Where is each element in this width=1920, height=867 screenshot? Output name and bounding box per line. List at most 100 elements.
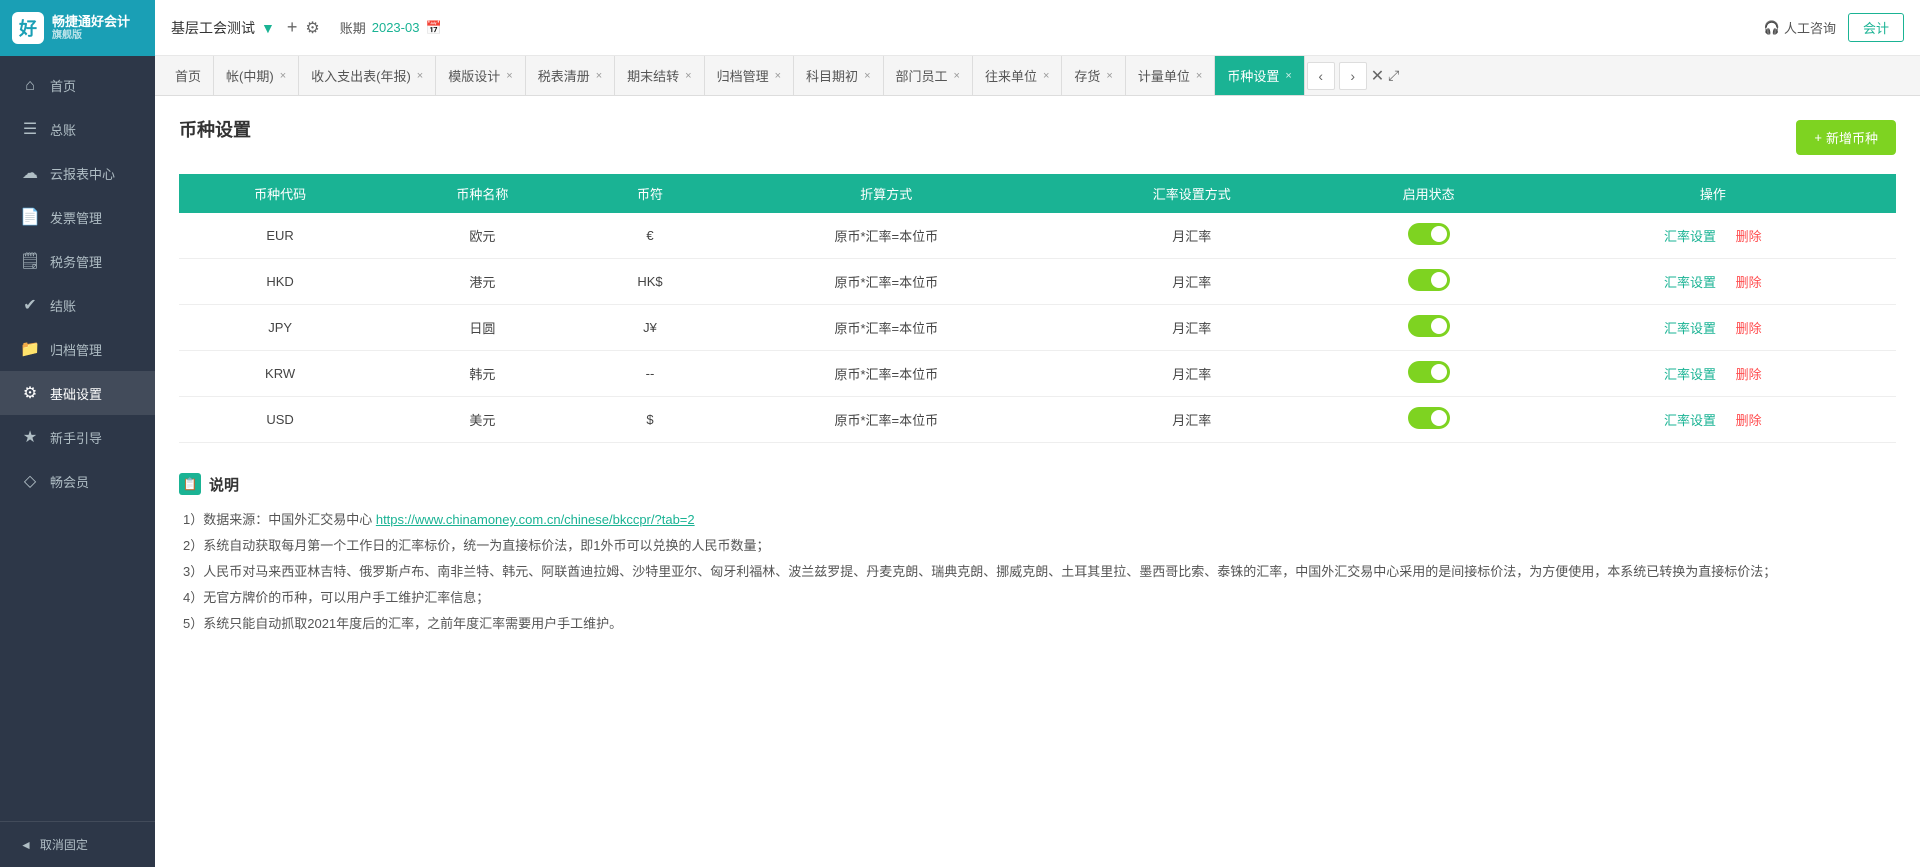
tab-subject-label: 科目期初 bbox=[806, 66, 858, 85]
tab-partner-close[interactable]: × bbox=[1043, 70, 1049, 82]
sidebar-item-label: 税务管理 bbox=[50, 252, 102, 271]
notes-title-text: 说明 bbox=[209, 474, 239, 495]
tab-partner[interactable]: 往来单位 × bbox=[973, 56, 1062, 96]
tab-income-close[interactable]: × bbox=[417, 70, 423, 82]
tab-inventory-close[interactable]: × bbox=[1106, 70, 1112, 82]
table-row: USD 美元 $ 原币*汇率=本位币 月汇率 汇率设置 删除 bbox=[179, 397, 1896, 443]
rate-setting-link-EUR[interactable]: 汇率设置 bbox=[1664, 229, 1716, 244]
tab-department[interactable]: 部门员工 × bbox=[884, 56, 973, 96]
tab-period[interactable]: 帐(中期) × bbox=[214, 56, 299, 96]
cell-name: 港元 bbox=[381, 259, 583, 305]
cell-symbol: HK$ bbox=[583, 259, 716, 305]
close-all-tabs-icon[interactable]: ✕ bbox=[1371, 66, 1384, 86]
sidebar-item-guide[interactable]: ★ 新手引导 bbox=[0, 415, 155, 459]
tab-next-btn[interactable]: › bbox=[1339, 62, 1367, 90]
rate-setting-link-KRW[interactable]: 汇率设置 bbox=[1664, 367, 1716, 382]
topbar-right: 🎧 人工咨询 会计 bbox=[1764, 13, 1904, 42]
ledger-icon: ☰ bbox=[20, 119, 40, 139]
cell-actions: 汇率设置 删除 bbox=[1530, 213, 1896, 259]
settings-gear-icon[interactable]: ⚙ bbox=[305, 18, 319, 38]
cell-actions: 汇率设置 删除 bbox=[1530, 397, 1896, 443]
tab-department-close[interactable]: × bbox=[954, 70, 960, 82]
expand-icon[interactable]: ⤢ bbox=[1388, 67, 1399, 84]
sidebar-item-member[interactable]: ◇ 畅会员 bbox=[0, 459, 155, 503]
toggle-JPY[interactable] bbox=[1408, 315, 1450, 337]
user-role-button[interactable]: 会计 bbox=[1848, 13, 1904, 42]
service-label: 人工咨询 bbox=[1784, 18, 1836, 37]
tab-subject[interactable]: 科目期初 × bbox=[794, 56, 883, 96]
invoice-icon: 📄 bbox=[20, 207, 40, 227]
cell-status bbox=[1327, 397, 1529, 443]
sidebar-item-tax[interactable]: 🗒 税务管理 bbox=[0, 239, 155, 283]
rate-setting-link-JPY[interactable]: 汇率设置 bbox=[1664, 321, 1716, 336]
sidebar-item-invoice[interactable]: 📄 发票管理 bbox=[0, 195, 155, 239]
cell-rate: 月汇率 bbox=[1056, 351, 1327, 397]
toggle-EUR[interactable] bbox=[1408, 223, 1450, 245]
sidebar-item-report[interactable]: ☁ 云报表中心 bbox=[0, 151, 155, 195]
tab-subject-close[interactable]: × bbox=[864, 70, 870, 82]
main-area: 基层工会测试 ▼ + ⚙ 账期 2023-03 📅 🎧 人工咨询 会计 首页 帐… bbox=[155, 0, 1920, 867]
tab-template-close[interactable]: × bbox=[506, 70, 512, 82]
rate-setting-link-USD[interactable]: 汇率设置 bbox=[1664, 413, 1716, 428]
logo-text: 畅捷通好会计 旗舰版 bbox=[52, 14, 130, 42]
tab-period-end[interactable]: 期末结转 × bbox=[615, 56, 704, 96]
tab-tax[interactable]: 税表清册 × bbox=[526, 56, 615, 96]
tab-currency[interactable]: 币种设置 × bbox=[1215, 56, 1304, 96]
add-tab-icon[interactable]: + bbox=[287, 17, 298, 38]
notes-item: 2）系统自动获取每月第一个工作日的汇率标价，统一为直接标价法，即1外币可以兑换的… bbox=[179, 533, 1896, 559]
tab-archive[interactable]: 归档管理 × bbox=[705, 56, 794, 96]
toggle-USD[interactable] bbox=[1408, 407, 1450, 429]
period-display: 账期 2023-03 📅 bbox=[340, 18, 442, 37]
sidebar-item-ledger[interactable]: ☰ 总账 bbox=[0, 107, 155, 151]
notes-item: 3）人民币对马来西亚林吉特、俄罗斯卢布、南非兰特、韩元、阿联酋迪拉姆、沙特里亚尔… bbox=[179, 559, 1896, 585]
sidebar-item-checkout[interactable]: ✔ 结账 bbox=[0, 283, 155, 327]
sidebar-item-label: 新手引导 bbox=[50, 428, 102, 447]
settings-icon: ⚙ bbox=[20, 383, 40, 403]
sidebar-item-home[interactable]: ⌂ 首页 bbox=[0, 64, 155, 107]
tab-inventory[interactable]: 存货 × bbox=[1062, 56, 1125, 96]
cell-actions: 汇率设置 删除 bbox=[1530, 259, 1896, 305]
toggle-HKD[interactable] bbox=[1408, 269, 1450, 291]
tab-currency-close[interactable]: × bbox=[1285, 70, 1291, 82]
delete-link-HKD[interactable]: 删除 bbox=[1736, 275, 1762, 290]
currency-table: 币种代码 币种名称 币符 折算方式 汇率设置方式 启用状态 操作 EUR 欧元 … bbox=[179, 174, 1896, 443]
cell-rate: 月汇率 bbox=[1056, 305, 1327, 351]
tab-department-label: 部门员工 bbox=[896, 66, 948, 85]
cell-code: HKD bbox=[179, 259, 381, 305]
sidebar-item-settings[interactable]: ⚙ 基础设置 bbox=[0, 371, 155, 415]
tab-home[interactable]: 首页 bbox=[163, 56, 214, 96]
chinamoney-link[interactable]: https://www.chinamoney.com.cn/chinese/bk… bbox=[376, 512, 695, 527]
sidebar-footer[interactable]: ◄ 取消固定 bbox=[0, 821, 155, 867]
tab-tax-close[interactable]: × bbox=[596, 70, 602, 82]
tab-period-close[interactable]: × bbox=[280, 70, 286, 82]
sidebar-item-label: 发票管理 bbox=[50, 208, 102, 227]
period-value: 2023-03 bbox=[372, 20, 420, 35]
delete-link-KRW[interactable]: 删除 bbox=[1736, 367, 1762, 382]
tab-template[interactable]: 模版设计 × bbox=[436, 56, 525, 96]
toggle-KRW[interactable] bbox=[1408, 361, 1450, 383]
company-selector[interactable]: 基层工会测试 ▼ bbox=[171, 18, 275, 38]
rate-setting-link-HKD[interactable]: 汇率设置 bbox=[1664, 275, 1716, 290]
service-button[interactable]: 🎧 人工咨询 bbox=[1764, 18, 1836, 37]
tab-unit[interactable]: 计量单位 × bbox=[1126, 56, 1215, 96]
sidebar-item-label: 总账 bbox=[50, 120, 76, 139]
tab-archive-label: 归档管理 bbox=[717, 66, 769, 85]
tab-income[interactable]: 收入支出表(年报) × bbox=[299, 56, 436, 96]
sidebar-item-archive[interactable]: 📁 归档管理 bbox=[0, 327, 155, 371]
plus-icon: + bbox=[1814, 130, 1822, 145]
tab-archive-close[interactable]: × bbox=[775, 70, 781, 82]
cell-name: 韩元 bbox=[381, 351, 583, 397]
delete-link-JPY[interactable]: 删除 bbox=[1736, 321, 1762, 336]
cell-code: KRW bbox=[179, 351, 381, 397]
calendar-icon[interactable]: 📅 bbox=[425, 20, 441, 36]
tab-unit-close[interactable]: × bbox=[1196, 70, 1202, 82]
delete-link-EUR[interactable]: 删除 bbox=[1736, 229, 1762, 244]
tab-period-end-close[interactable]: × bbox=[685, 70, 691, 82]
new-currency-button[interactable]: + 新增币种 bbox=[1796, 120, 1896, 155]
tab-prev-btn[interactable]: ‹ bbox=[1307, 62, 1335, 90]
tab-template-label: 模版设计 bbox=[448, 66, 500, 85]
sidebar: 好 畅捷通好会计 旗舰版 ⌂ 首页 ☰ 总账 ☁ 云报表中心 📄 发票管理 🗒 … bbox=[0, 0, 155, 867]
cell-name: 美元 bbox=[381, 397, 583, 443]
notes-icon: 📋 bbox=[179, 473, 201, 495]
delete-link-USD[interactable]: 删除 bbox=[1736, 413, 1762, 428]
